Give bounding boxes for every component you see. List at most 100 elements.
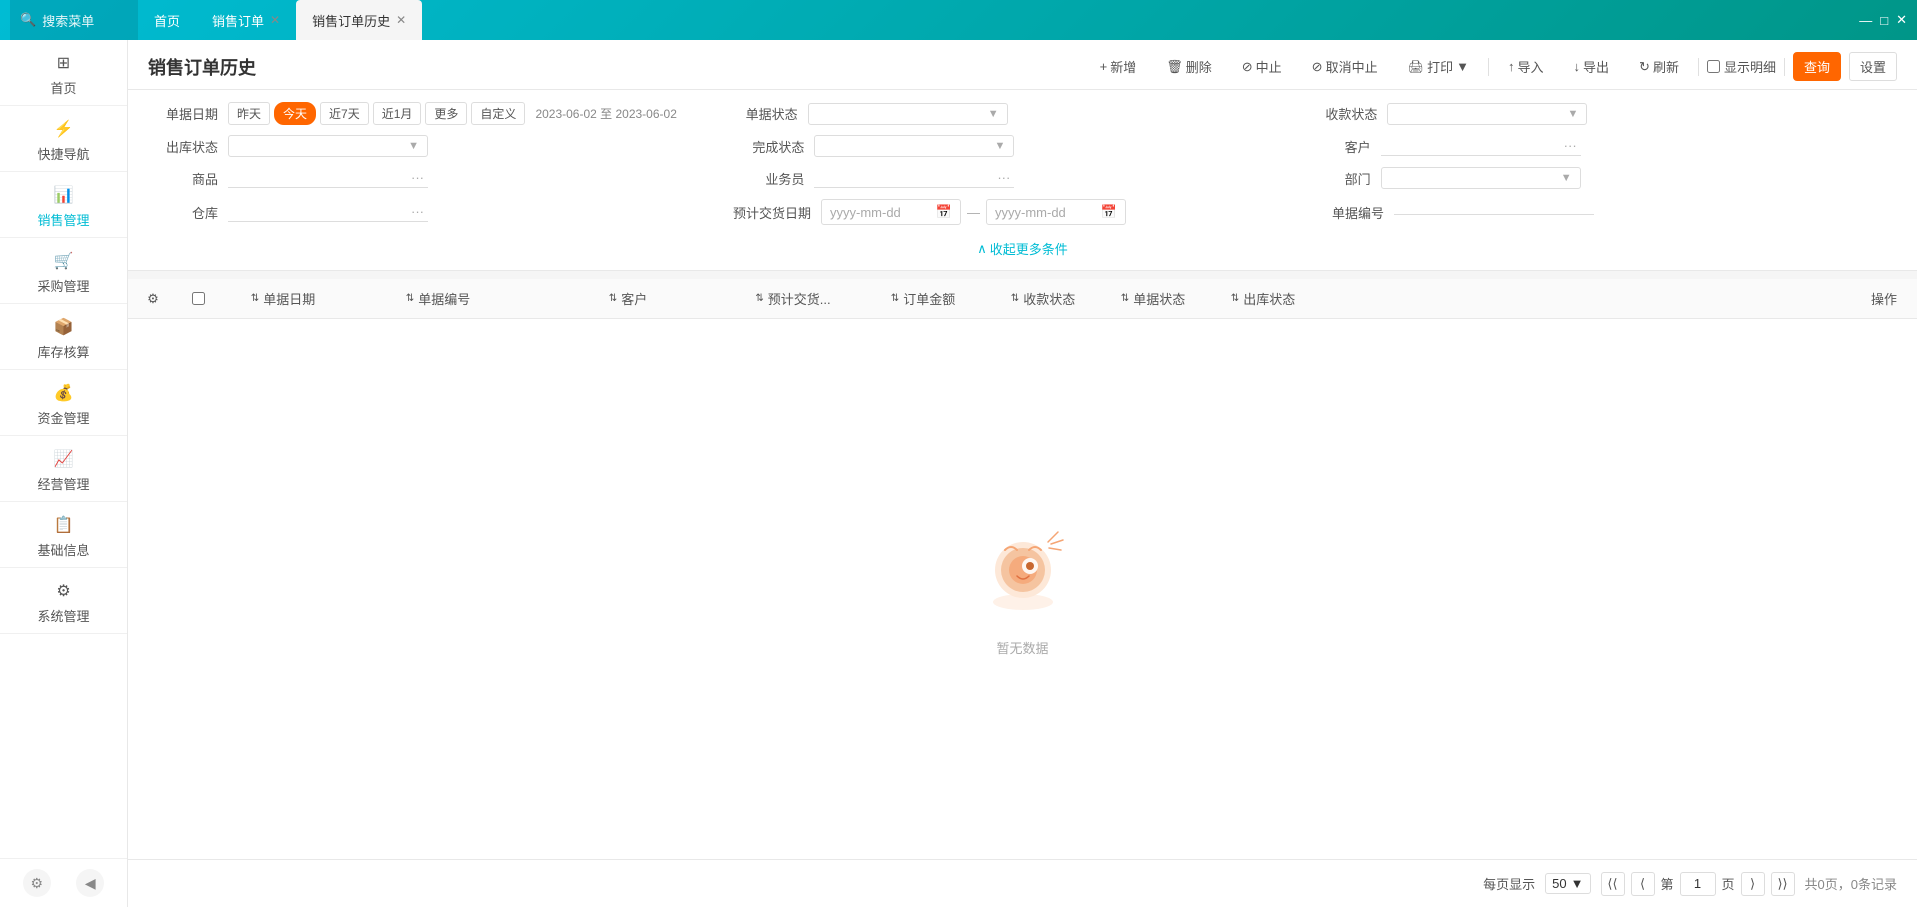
export-icon: ↓ [1574, 59, 1581, 74]
salesperson-input[interactable]: ··· [814, 168, 1014, 188]
settings-button-top[interactable]: 设置 [1849, 52, 1897, 81]
th-settings[interactable]: ⚙ [128, 291, 178, 307]
first-page-icon: ⟨⟨ [1607, 876, 1617, 892]
product-input[interactable]: ··· [228, 168, 428, 188]
export-button[interactable]: ↓ 导出 [1563, 52, 1621, 81]
salesperson-dots-icon[interactable]: ··· [997, 170, 1010, 185]
customer-dots-icon[interactable]: ··· [1564, 138, 1577, 153]
delete-icon: 🗑 [1166, 59, 1183, 75]
date-7days-btn[interactable]: 近7天 [320, 102, 369, 125]
tab-sales-order-history-close[interactable]: ✕ [396, 13, 406, 27]
sidebar-collapse-icon[interactable]: ◀ [76, 869, 104, 897]
th-order-no[interactable]: ⇅ 单据编号 [348, 289, 528, 308]
query-button-top[interactable]: 查询 [1793, 52, 1841, 81]
order-no-filter-control[interactable] [1394, 210, 1897, 215]
expected-date-from-input[interactable]: yyyy-mm-dd 📅 [821, 199, 961, 225]
tab-home[interactable]: 首页 [138, 0, 196, 40]
page-size-select[interactable]: 50 ▼ [1545, 873, 1590, 894]
receipt-status-filter-control[interactable]: ▼ [1387, 103, 1897, 125]
tab-sales-order-close[interactable]: ✕ [270, 13, 280, 27]
th-delivery-status[interactable]: ⇅ 出库状态 [1208, 289, 1318, 308]
business-mgmt-icon: 📈 [53, 448, 75, 470]
th-receipt-status[interactable]: ⇅ 收款状态 [988, 289, 1098, 308]
order-status-select[interactable]: ▼ [808, 103, 1008, 125]
date-yesterday-btn[interactable]: 昨天 [228, 102, 270, 125]
order-status-filter-control[interactable]: ▼ [808, 103, 1318, 125]
date-custom-btn[interactable]: 自定义 [471, 102, 525, 125]
first-page-button[interactable]: ⟨⟨ [1601, 872, 1625, 896]
customer-filter-control[interactable]: ··· [1381, 136, 1897, 156]
warehouse-filter-control[interactable]: ··· [228, 202, 731, 222]
customer-input[interactable]: ··· [1381, 136, 1581, 156]
page-size-value: 50 [1552, 876, 1566, 891]
search-menu-bar[interactable]: 🔍 搜索菜单 [10, 0, 138, 40]
prev-page-button[interactable]: ⟨ [1631, 872, 1655, 896]
settings-icon[interactable]: ⚙ [147, 291, 159, 307]
warehouse-dots-icon[interactable]: ··· [411, 204, 424, 219]
receipt-status-select[interactable]: ▼ [1387, 103, 1587, 125]
new-button[interactable]: + 新增 [1089, 52, 1148, 81]
filter-row-1: 单据日期 昨天 今天 近7天 近1月 更多 自定义 2023-06-02 至 2… [148, 102, 1897, 125]
th-delivery-status-label: 出库状态 [1243, 289, 1295, 308]
date-1month-btn[interactable]: 近1月 [373, 102, 422, 125]
window-minimize-icon[interactable]: — [1859, 13, 1872, 28]
calendar-from-icon[interactable]: 📅 [936, 204, 952, 220]
show-detail-checkbox-label[interactable]: 显示明细 [1707, 57, 1776, 76]
collapse-more-conditions[interactable]: ∧ 收起更多条件 [148, 235, 1897, 258]
complete-status-select[interactable]: ▼ [814, 135, 1014, 157]
stop-button[interactable]: ⊘ 中止 [1231, 52, 1293, 81]
calendar-to-icon[interactable]: 📅 [1101, 204, 1117, 220]
tab-sales-order-history[interactable]: 销售订单历史 ✕ [296, 0, 422, 40]
window-close-icon[interactable]: ✕ [1896, 12, 1907, 28]
import-button[interactable]: ↑ 导入 [1497, 52, 1555, 81]
order-no-input[interactable] [1394, 210, 1594, 215]
sidebar-item-home[interactable]: ⊞ 首页 [0, 40, 127, 106]
product-dots-icon[interactable]: ··· [411, 170, 424, 185]
sidebar-item-inventory-calc[interactable]: 📦 库存核算 [0, 304, 127, 370]
filter-row-3: 商品 ··· 业务员 ··· 部门 [148, 167, 1897, 189]
sidebar-item-fund-mgmt[interactable]: 💰 资金管理 [0, 370, 127, 436]
delivery-status-filter-control[interactable]: ▼ [228, 135, 744, 157]
th-order-status[interactable]: ⇅ 单据状态 [1098, 289, 1208, 308]
warehouse-input[interactable]: ··· [228, 202, 428, 222]
sidebar-settings-icon[interactable]: ⚙ [23, 869, 51, 897]
sidebar-item-sales-mgmt[interactable]: 📊 销售管理 [0, 172, 127, 238]
refresh-button[interactable]: ↻ 刷新 [1628, 52, 1690, 81]
sidebar-item-basic-info[interactable]: 📋 基础信息 [0, 502, 127, 568]
expected-date-to-input[interactable]: yyyy-mm-dd 📅 [986, 199, 1126, 225]
sidebar-item-sys-mgmt[interactable]: ⚙ 系统管理 [0, 568, 127, 634]
sidebar-bottom: ⚙ ◀ [0, 858, 127, 907]
filter-area: 单据日期 昨天 今天 近7天 近1月 更多 自定义 2023-06-02 至 2… [128, 90, 1917, 271]
page-number-input[interactable] [1680, 872, 1716, 896]
th-date[interactable]: ⇅ 单据日期 [218, 289, 348, 308]
th-checkbox[interactable] [178, 292, 218, 305]
last-page-button[interactable]: ⟩⟩ [1771, 872, 1795, 896]
delivery-status-select[interactable]: ▼ [228, 135, 428, 157]
product-filter-control[interactable]: ··· [228, 168, 744, 188]
select-all-checkbox[interactable] [192, 292, 205, 305]
window-maximize-icon[interactable]: □ [1880, 13, 1888, 28]
cancel-stop-button[interactable]: ⊘ 取消中止 [1301, 52, 1389, 81]
sidebar-item-quick-nav[interactable]: ⚡ 快捷导航 [0, 106, 127, 172]
complete-status-filter-control[interactable]: ▼ [814, 135, 1330, 157]
salesperson-filter-control[interactable]: ··· [814, 168, 1330, 188]
department-select[interactable]: ▼ [1381, 167, 1581, 189]
page-header: 销售订单历史 + 新增 🗑 删除 ⊘ 中止 ⊘ 取消中止 [128, 40, 1917, 90]
cancel-stop-label: 取消中止 [1326, 57, 1378, 76]
delete-button[interactable]: 🗑 删除 [1155, 52, 1223, 81]
page-label-post: 页 [1722, 874, 1735, 893]
th-amount[interactable]: ⇅ 订单金额 [858, 289, 988, 308]
next-page-button[interactable]: ⟩ [1741, 872, 1765, 896]
th-delivery-date[interactable]: ⇅ 预计交货... [728, 289, 858, 308]
sidebar-item-purchase-mgmt[interactable]: 🛒 采购管理 [0, 238, 127, 304]
sidebar-item-business-mgmt[interactable]: 📈 经营管理 [0, 436, 127, 502]
date-more-btn[interactable]: 更多 [425, 102, 467, 125]
show-detail-checkbox[interactable] [1707, 60, 1720, 73]
tab-sales-order[interactable]: 销售订单 ✕ [196, 0, 296, 40]
th-customer[interactable]: ⇅ 客户 [528, 289, 728, 308]
print-button[interactable]: 🖨 打印 ▼ [1397, 52, 1480, 81]
department-filter-control[interactable]: ▼ [1381, 167, 1897, 189]
table-header: ⚙ ⇅ 单据日期 ⇅ 单据编号 ⇅ 客户 ⇅ [128, 279, 1917, 319]
date-today-btn[interactable]: 今天 [274, 102, 316, 125]
sort-receipt-status-icon: ⇅ [1011, 293, 1019, 304]
